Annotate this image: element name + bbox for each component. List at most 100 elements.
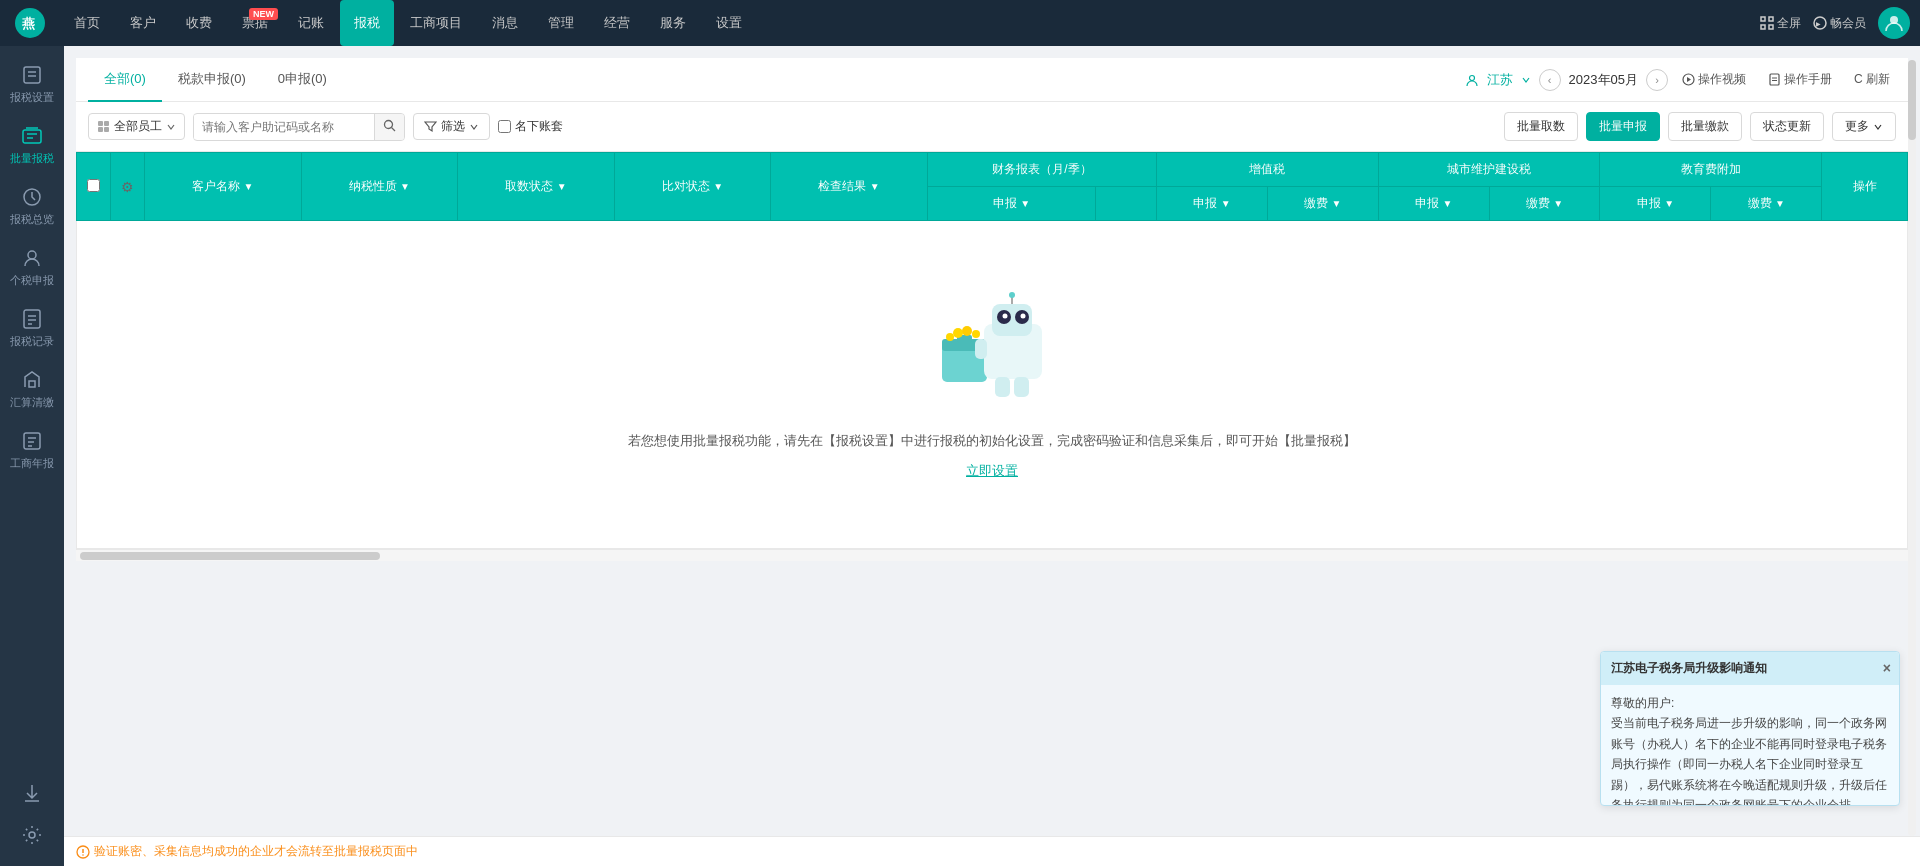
user-avatar[interactable] — [1878, 7, 1910, 39]
nav-management[interactable]: 管理 — [534, 0, 588, 46]
chevron-down-icon2 — [166, 122, 176, 132]
nav-service[interactable]: 服务 — [646, 0, 700, 46]
tab-zero-declare[interactable]: 0申报(0) — [262, 58, 343, 102]
checkbox-label[interactable]: 名下账套 — [498, 118, 563, 135]
nav-home[interactable]: 首页 — [60, 0, 114, 46]
search-wrap — [193, 113, 405, 141]
sidebar-item-batch-tax[interactable]: 批量报税 — [0, 115, 64, 176]
filter-icon — [424, 120, 437, 133]
batch-fetch-button[interactable]: 批量取数 — [1504, 112, 1578, 141]
video-btn[interactable]: 操作视频 — [1676, 69, 1752, 90]
search-button[interactable] — [374, 114, 404, 140]
svg-rect-31 — [104, 121, 109, 126]
col-financial-report: 财务报表（月/季） — [927, 153, 1156, 187]
nav-business[interactable]: 工商项目 — [396, 0, 476, 46]
col-tax-type: 纳税性质 ▼ — [301, 153, 458, 221]
top-navigation: 燕 首页 客户 收费 票据 NEW 记账 报税 工商项目 消息 管理 经营 服务… — [0, 0, 1920, 46]
svg-point-39 — [946, 333, 954, 341]
col-fin-declare: 申报 ▼ — [927, 187, 1095, 221]
region-display: 江苏 — [1487, 71, 1513, 89]
col-edu-declare: 申报 ▼ — [1600, 187, 1711, 221]
person-icon — [1465, 73, 1479, 87]
robot-illustration — [932, 289, 1052, 409]
nav-billing[interactable]: 收费 — [172, 0, 226, 46]
fullscreen-btn[interactable]: 全屏 — [1760, 15, 1801, 32]
more-button[interactable]: 更多 — [1832, 112, 1896, 141]
nav-accounting[interactable]: 记账 — [284, 0, 338, 46]
nav-client[interactable]: 客户 — [116, 0, 170, 46]
search-input[interactable] — [194, 115, 374, 139]
member-btn[interactable]: ▶ 畅会员 — [1813, 15, 1866, 32]
notice-close-btn[interactable]: × — [1883, 660, 1891, 676]
tabs-container: 全部(0) 税款申报(0) 0申报(0) 江苏 ‹ 2023年05月 › 操作视… — [76, 58, 1908, 102]
svg-point-34 — [385, 120, 393, 128]
svg-point-16 — [28, 251, 36, 259]
notice-content: 尊敬的用户:受当前电子税务局进一步升级的影响，同一个政务网账号（办税人）名下的企… — [1611, 696, 1887, 805]
sidebar-download[interactable] — [0, 772, 64, 814]
month-next-btn[interactable]: › — [1646, 69, 1668, 91]
col-education-tax: 教育费附加 — [1600, 153, 1822, 187]
setup-link[interactable]: 立即设置 — [966, 462, 1018, 480]
col-city-tax: 城市维护建设税 — [1378, 153, 1600, 187]
sidebar-item-tax-records[interactable]: 报税记录 — [0, 298, 64, 359]
sidebar-item-personal-tax[interactable]: 个税申报 — [0, 237, 64, 298]
col-edu-pay: 缴费 ▼ — [1711, 187, 1822, 221]
table-settings-btn[interactable]: ⚙ — [121, 179, 134, 195]
account-checkbox[interactable] — [498, 120, 511, 133]
svg-rect-4 — [1761, 25, 1765, 29]
select-all-checkbox[interactable] — [87, 179, 100, 192]
right-scrollbar[interactable] — [1908, 60, 1916, 836]
svg-point-24 — [29, 832, 35, 838]
bottom-message: 验证账密、采集信息均成功的企业才会流转至批量报税页面中 — [94, 843, 418, 860]
svg-rect-52 — [995, 377, 1010, 397]
nav-messages[interactable]: 消息 — [478, 0, 532, 46]
employee-select[interactable]: 全部员工 — [88, 113, 185, 140]
nav-items: 首页 客户 收费 票据 NEW 记账 报税 工商项目 消息 管理 经营 服务 设… — [60, 0, 1760, 46]
refresh-btn[interactable]: C 刷新 — [1848, 69, 1896, 90]
sidebar: 报税设置 批量报税 报税总览 个税申报 报税记录 汇算清缴 工商年报 — [0, 46, 64, 866]
chevron-down-icon3 — [469, 122, 479, 132]
empty-state: 若您想使用批量报税功能，请先在【报税设置】中进行报税的初始化设置，完成密码验证和… — [87, 229, 1897, 540]
svg-rect-2 — [1761, 17, 1765, 21]
batch-declare-button[interactable]: 批量申报 — [1586, 112, 1660, 141]
svg-point-41 — [962, 326, 972, 336]
notice-panel: 江苏电子税务局升级影响通知 × 尊敬的用户:受当前电子税务局进一步升级的影响，同… — [1600, 651, 1900, 806]
svg-point-48 — [1021, 314, 1026, 319]
col-check-result: 检查结果 ▼ — [771, 153, 928, 221]
sidebar-item-annual-report[interactable]: 工商年报 — [0, 420, 64, 481]
sidebar-item-tax-overview[interactable]: 报税总览 — [0, 176, 64, 237]
sidebar-gear[interactable] — [0, 814, 64, 856]
svg-rect-21 — [29, 381, 35, 387]
col-vat: 增值税 — [1156, 153, 1378, 187]
nav-operations[interactable]: 经营 — [590, 0, 644, 46]
notice-body: 尊敬的用户:受当前电子税务局进一步升级的影响，同一个政务网账号（办税人）名下的企… — [1601, 685, 1899, 805]
filter-button[interactable]: 筛选 — [413, 113, 490, 140]
scroll-bar[interactable] — [76, 549, 1908, 561]
svg-point-47 — [1003, 314, 1008, 319]
scroll-track[interactable] — [80, 552, 380, 560]
nav-invoice[interactable]: 票据 NEW — [228, 0, 282, 46]
col-vat-declare: 申报 ▼ — [1156, 187, 1267, 221]
batch-pay-button[interactable]: 批量缴款 — [1668, 112, 1742, 141]
sidebar-label-tax-overview: 报税总览 — [10, 212, 54, 227]
empty-state-cell: 若您想使用批量报税功能，请先在【报税设置】中进行报税的初始化设置，完成密码验证和… — [77, 221, 1908, 549]
sidebar-label-tax-settings: 报税设置 — [10, 90, 54, 105]
svg-rect-33 — [104, 127, 109, 132]
col-fetch-status: 取数状态 ▼ — [458, 153, 615, 221]
empty-state-message: 若您想使用批量报税功能，请先在【报税设置】中进行报税的初始化设置，完成密码验证和… — [628, 429, 1356, 452]
sidebar-label-personal-tax: 个税申报 — [10, 273, 54, 288]
sidebar-item-settlement[interactable]: 汇算清缴 — [0, 359, 64, 420]
month-prev-btn[interactable]: ‹ — [1539, 69, 1561, 91]
svg-point-40 — [953, 328, 963, 338]
toolbar-right-actions: 批量取数 批量申报 批量缴款 状态更新 更多 — [1504, 112, 1896, 141]
tab-tax-declare[interactable]: 税款申报(0) — [162, 58, 262, 102]
manual-btn[interactable]: 操作手册 — [1762, 69, 1838, 90]
sidebar-label-batch-tax: 批量报税 — [10, 151, 54, 166]
nav-tax[interactable]: 报税 — [340, 0, 394, 46]
sidebar-item-tax-settings[interactable]: 报税设置 — [0, 54, 64, 115]
status-update-button[interactable]: 状态更新 — [1750, 112, 1824, 141]
notice-header: 江苏电子税务局升级影响通知 × — [1601, 652, 1899, 685]
svg-point-56 — [82, 854, 84, 856]
tab-all[interactable]: 全部(0) — [88, 58, 162, 102]
nav-settings[interactable]: 设置 — [702, 0, 756, 46]
